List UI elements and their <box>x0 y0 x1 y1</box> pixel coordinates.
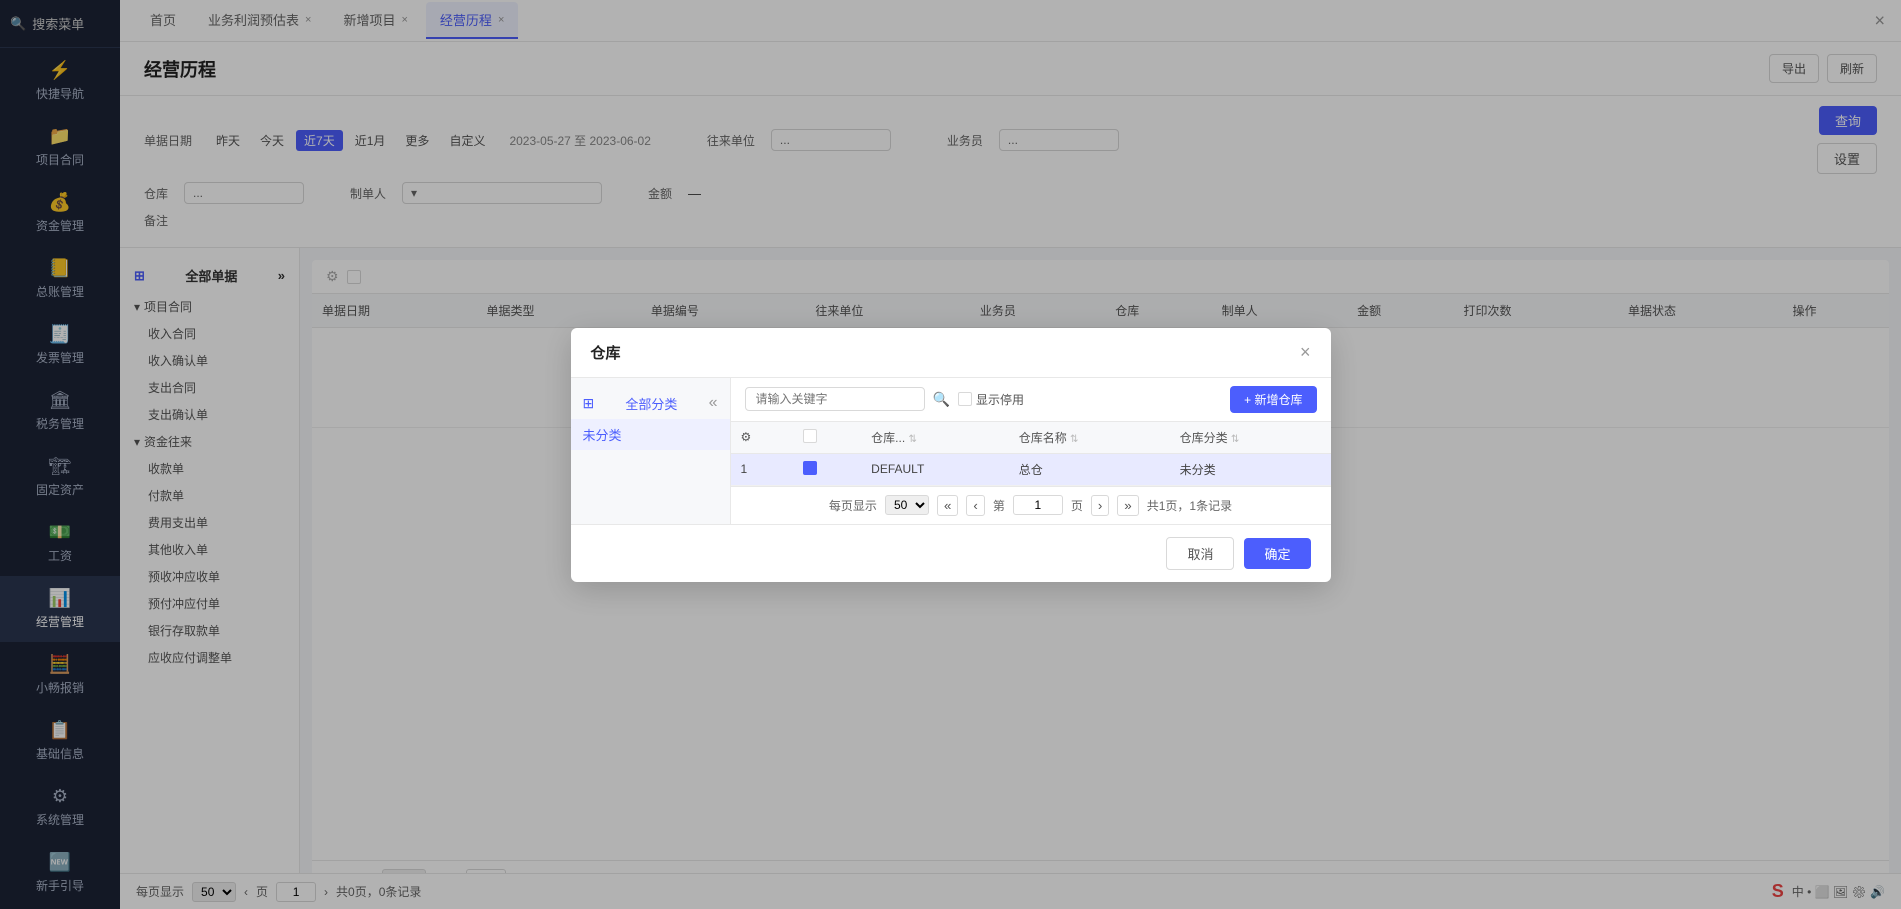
sort-icon-name[interactable]: ⇅ <box>1070 434 1078 445</box>
modal-first-page[interactable]: « <box>937 495 958 516</box>
modal-total-label: 共1页，1条记录 <box>1147 497 1232 514</box>
col-name: 仓库名称 ⇅ <box>1009 422 1170 454</box>
modal-last-page[interactable]: » <box>1117 495 1138 516</box>
modal-footer: 取消 确定 <box>571 524 1331 582</box>
show-disabled-checkbox[interactable] <box>958 392 972 406</box>
modal-left-header: ⊞ 全部分类 « <box>571 388 730 419</box>
modal-page-suffix: 页 <box>1071 497 1083 514</box>
modal-title: 仓库 <box>591 342 621 363</box>
modal-page-label: 第 <box>993 497 1005 514</box>
modal-per-page-label: 每页显示 <box>829 497 877 514</box>
row-index: 1 <box>731 453 793 485</box>
modal-left-collapse-button[interactable]: « <box>709 394 718 412</box>
row-category: 未分类 <box>1170 453 1331 485</box>
modal-toolbar: 🔍 显示停用 + 新增仓库 <box>731 378 1331 422</box>
row-select-checkbox[interactable] <box>803 461 817 475</box>
modal-table-wrap: ⚙ 仓库... ⇅ 仓库名称 ⇅ 仓库分类 ⇅ 1 DEFAULT 总仓 未分类 <box>731 422 1331 486</box>
modal-table: ⚙ 仓库... ⇅ 仓库名称 ⇅ 仓库分类 ⇅ 1 DEFAULT 总仓 未分类 <box>731 422 1331 486</box>
modal-left-panel: ⊞ 全部分类 « 未分类 <box>571 378 731 524</box>
sort-icon-category[interactable]: ⇅ <box>1231 434 1239 445</box>
modal-left-title: 全部分类 <box>625 394 677 413</box>
modal-per-page-select[interactable]: 50 <box>885 495 929 515</box>
modal-prev-page[interactable]: ‹ <box>966 495 984 516</box>
row-code: DEFAULT <box>861 453 1009 485</box>
gear-icon[interactable]: ⚙ <box>741 430 752 444</box>
modal-body: ⊞ 全部分类 « 未分类 🔍 显示停用 <box>571 378 1331 524</box>
modal-left-item-未分类[interactable]: 未分类 <box>571 419 730 450</box>
col-gear: ⚙ <box>731 422 793 454</box>
show-disabled-label[interactable]: 显示停用 <box>958 391 1024 408</box>
row-checkbox[interactable] <box>793 453 862 485</box>
modal-overlay: 仓库 × ⊞ 全部分类 « 未分类 🔍 <box>0 0 1901 909</box>
modal-search-input[interactable] <box>745 387 925 411</box>
modal-next-page[interactable]: › <box>1091 495 1109 516</box>
table-select-all[interactable] <box>803 429 817 443</box>
modal-grid-icon: ⊞ <box>583 395 595 412</box>
row-name: 总仓 <box>1009 453 1170 485</box>
search-icon[interactable]: 🔍 <box>933 391 950 408</box>
modal-page-input[interactable] <box>1013 495 1063 515</box>
warehouse-modal: 仓库 × ⊞ 全部分类 « 未分类 🔍 <box>571 328 1331 582</box>
cancel-button[interactable]: 取消 <box>1166 537 1234 570</box>
sort-icon-code[interactable]: ⇅ <box>909 434 917 445</box>
table-row[interactable]: 1 DEFAULT 总仓 未分类 <box>731 453 1331 485</box>
col-code: 仓库... ⇅ <box>861 422 1009 454</box>
show-disabled-text: 显示停用 <box>976 391 1024 408</box>
modal-search-area: 🔍 显示停用 <box>745 387 1024 411</box>
confirm-button[interactable]: 确定 <box>1244 538 1310 569</box>
modal-close-button[interactable]: × <box>1300 342 1311 363</box>
modal-header: 仓库 × <box>571 328 1331 378</box>
add-warehouse-button[interactable]: + 新增仓库 <box>1230 386 1316 413</box>
col-category: 仓库分类 ⇅ <box>1170 422 1331 454</box>
col-checkbox <box>793 422 862 454</box>
modal-pagination: 每页显示 50 « ‹ 第 页 › » 共1页，1条记录 <box>731 486 1331 524</box>
modal-right-panel: 🔍 显示停用 + 新增仓库 ⚙ <box>731 378 1331 524</box>
